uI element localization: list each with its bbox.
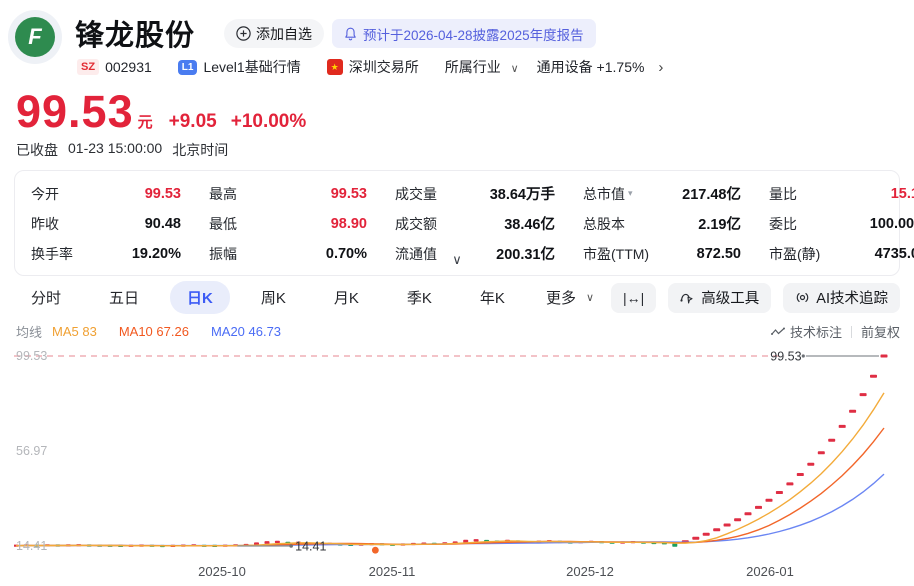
exchange-name: 深圳交易所	[349, 57, 419, 77]
stat-float-cap: 流通值200.31亿	[395, 243, 555, 264]
company-logo-icon: F	[15, 17, 55, 57]
stock-name: 锋龙股份	[75, 12, 195, 54]
svg-text:2025-12: 2025-12	[566, 564, 614, 579]
stat-turnover-amount: 成交额38.46亿	[395, 213, 555, 234]
tab-minute[interactable]: 分时	[14, 281, 78, 314]
china-flag-icon: ★	[327, 59, 343, 75]
industry-link[interactable]: 通用设备 +1.75% ›	[537, 57, 664, 77]
stat-bid-ratio: 委比100.00%	[769, 213, 914, 234]
stat-turnover-rate: 换手率19.20%	[31, 243, 181, 264]
kline-chart[interactable]: 99.53 56.97 14.41 14.41 99.53 2025-10 2025-11 2…	[14, 348, 900, 584]
stat-volume-ratio: 量比15.16	[769, 183, 914, 204]
collapse-stats-chevron[interactable]: ∨	[443, 252, 471, 272]
stat-amplitude: 振幅0.70%	[209, 243, 367, 264]
svg-text:2025-10: 2025-10	[198, 564, 246, 579]
market-status: 已收盘	[16, 140, 58, 160]
market-status-row: 已收盘 01-23 15:00:00 北京时间	[16, 140, 228, 160]
plus-circle-icon	[236, 26, 251, 41]
ma5-legend: MA5 83	[52, 324, 97, 339]
price-change-percent: +10.00%	[231, 111, 307, 133]
adjust-mode-selector[interactable]: 前复权	[861, 322, 900, 341]
stat-pe-static: 市盈(静)4735.01	[769, 243, 914, 264]
ai-signal-icon	[795, 290, 810, 305]
advanced-tools-button[interactable]: 高级工具	[668, 283, 771, 313]
ma10-legend: MA10 67.26	[119, 324, 189, 339]
quote-block: 99.53 元 +9.05 +10.00%	[16, 86, 306, 138]
current-price: 99.53	[16, 86, 134, 138]
tab-quarterly-k[interactable]: 季K	[390, 281, 449, 314]
ma-legend-row: 均线 MA5 83 MA10 67.26 MA20 46.73 技术标注 前复权	[16, 322, 900, 341]
level-text: Level1基础行情	[203, 57, 300, 77]
ma20-legend: MA20 46.73	[211, 324, 281, 339]
level-badge: L1	[178, 60, 198, 75]
stat-open: 今开99.53	[31, 183, 181, 204]
quote-timezone: 北京时间	[172, 140, 228, 160]
dropdown-triangle-icon[interactable]: ▾	[628, 188, 633, 199]
earnings-notice-banner[interactable]: 预计于2026-04-28披露2025年度报告	[332, 19, 596, 48]
chart-period-tabs: 分时 五日 日K 周K 月K 季K 年K 更多 ∨ |↔| 高级工具	[14, 281, 900, 314]
industry-dropdown[interactable]: 所属行业 ∨	[445, 57, 519, 77]
tab-5day[interactable]: 五日	[92, 281, 156, 314]
price-change: +9.05	[169, 111, 217, 133]
tab-weekly-k[interactable]: 周K	[244, 281, 303, 314]
company-logo: F	[8, 10, 62, 64]
stat-volume: 成交量38.64万手	[395, 183, 555, 204]
chevron-right-icon: ›	[658, 59, 663, 76]
ai-tracking-button[interactable]: AI技术追踪	[783, 283, 900, 313]
svg-text:56.97: 56.97	[16, 444, 47, 458]
svg-text:14.41: 14.41	[295, 540, 326, 554]
stat-market-cap: 总市值▾217.48亿	[583, 183, 741, 204]
zigzag-line-icon	[771, 327, 785, 337]
stat-prev-close: 昨收90.48	[31, 213, 181, 234]
svg-text:2025-11: 2025-11	[369, 564, 416, 579]
industry-label: 所属行业	[445, 59, 501, 75]
earnings-notice-text: 预计于2026-04-28披露2025年度报告	[363, 24, 584, 44]
svg-text:99.53: 99.53	[770, 350, 801, 364]
chevron-down-icon: ∨	[511, 63, 519, 75]
stock-detail-page: F 锋龙股份 添加自选 预计于2026-04-28披露2025年度报告 SZ 0…	[0, 0, 914, 586]
industry-value: 通用设备 +1.75%	[537, 59, 645, 75]
bell-icon	[344, 27, 357, 41]
quote-time: 01-23 15:00:00	[68, 140, 162, 160]
stat-low: 最低98.90	[209, 213, 367, 234]
tab-daily-k[interactable]: 日K	[170, 281, 230, 314]
tab-more[interactable]: 更多 ∨	[536, 281, 598, 314]
drawing-tool-icon	[680, 291, 695, 305]
tech-annotation-toggle[interactable]: 技术标注	[771, 322, 842, 341]
stock-meta-row: SZ 002931 L1 Level1基础行情 ★ 深圳交易所 所属行业 ∨ 通…	[77, 57, 663, 77]
expand-chart-button[interactable]: |↔|	[611, 283, 656, 313]
stat-pe-ttm: 市盈(TTM)872.50	[583, 243, 741, 264]
stat-total-shares: 总股本2.19亿	[583, 213, 741, 234]
expand-width-icon: |↔|	[623, 290, 644, 306]
add-watchlist-button[interactable]: 添加自选	[224, 19, 324, 48]
svg-text:2026-01: 2026-01	[746, 564, 794, 579]
svg-text:99.53: 99.53	[16, 349, 47, 363]
exchange-badge: SZ	[77, 59, 99, 75]
add-watchlist-label: 添加自选	[256, 24, 312, 44]
kline-chart-area[interactable]: 99.53 56.97 14.41 14.41 99.53 2025-10 2025-11 2…	[14, 348, 900, 584]
stat-high: 最高99.53	[209, 183, 367, 204]
svg-text:14.41: 14.41	[16, 539, 47, 553]
tab-monthly-k[interactable]: 月K	[317, 281, 376, 314]
tab-yearly-k[interactable]: 年K	[463, 281, 522, 314]
stock-code: 002931	[105, 59, 152, 75]
chevron-down-icon: ∨	[586, 291, 594, 304]
ma-legend-label: 均线	[16, 322, 42, 341]
price-unit: 元	[138, 111, 153, 132]
